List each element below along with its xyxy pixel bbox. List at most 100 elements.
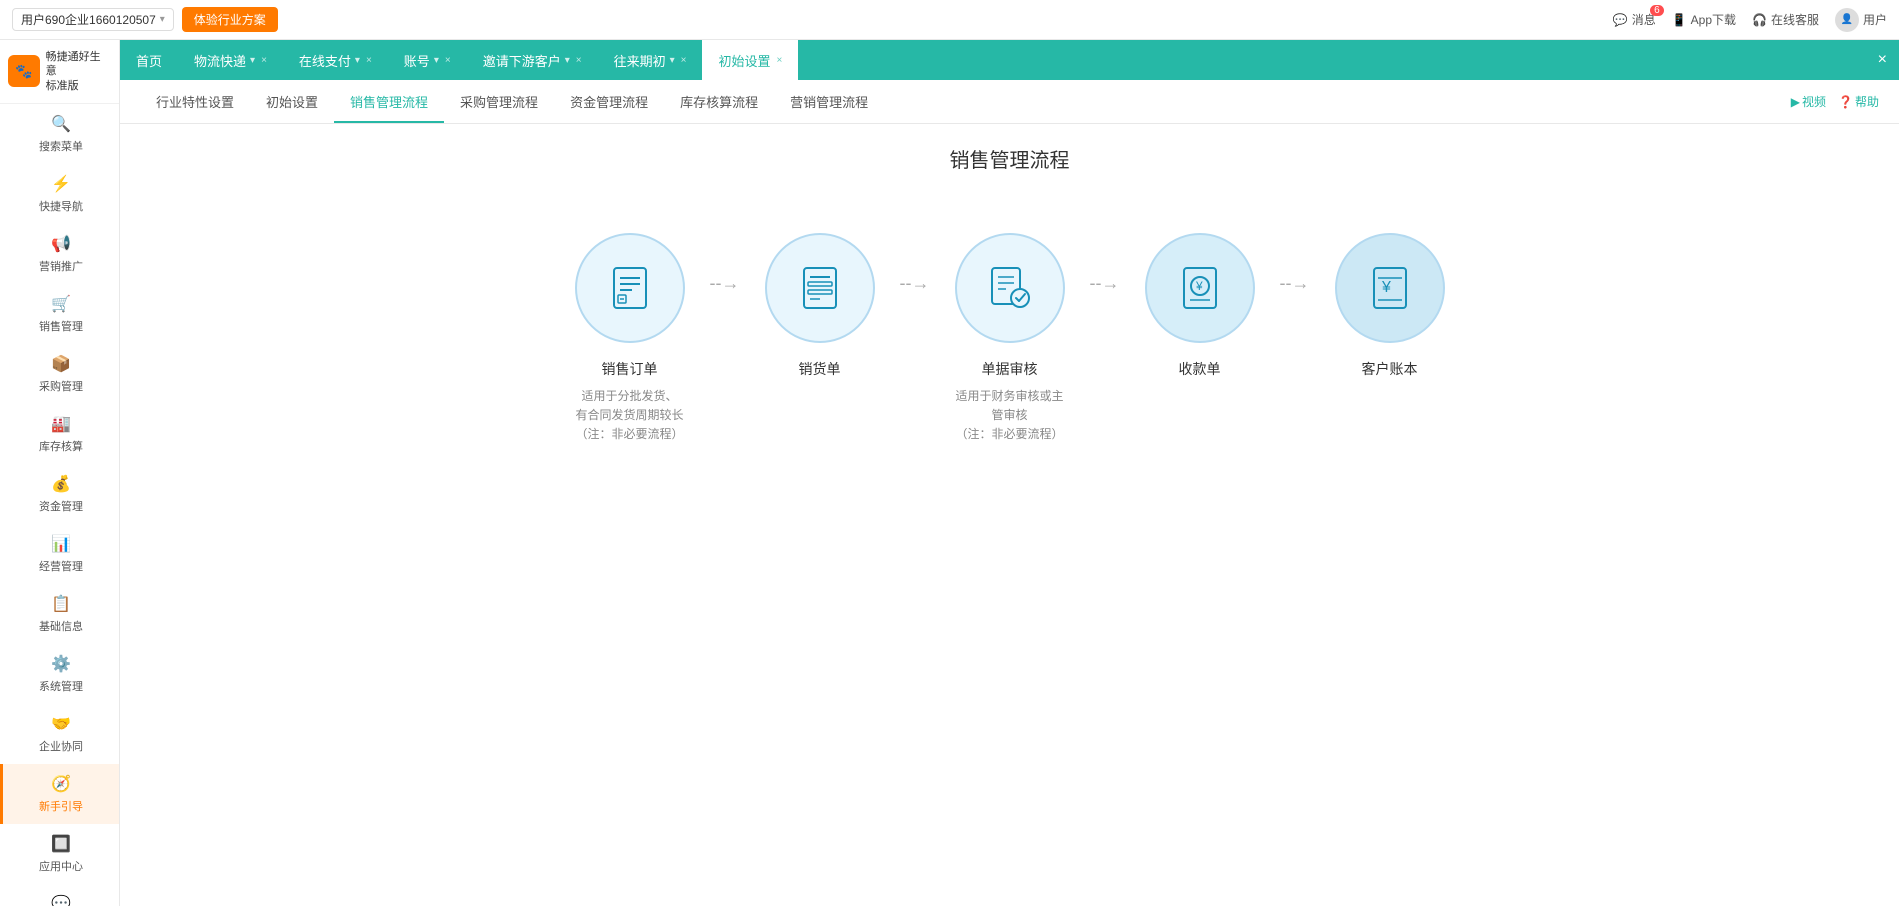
experience-button[interactable]: 体验行业方案: [182, 7, 278, 32]
sub-tab-sales-flow[interactable]: 销售管理流程: [334, 80, 444, 123]
flow-item-sales-invoice[interactable]: 销货单: [740, 233, 900, 387]
user-select[interactable]: 用户690企业1660120507 ▾: [12, 8, 174, 31]
close-icon-5[interactable]: ×: [681, 55, 687, 66]
chevron-icon: ▾: [250, 55, 255, 66]
sidebar-item-sales[interactable]: 🛒 销售管理: [0, 284, 119, 344]
chevron-icon-2: ▾: [355, 55, 360, 66]
sidebar-item-finance[interactable]: 💰 资金管理: [0, 464, 119, 524]
flow-item-customer-account[interactable]: ¥ 客户账本: [1310, 233, 1470, 387]
close-icon[interactable]: ×: [261, 55, 267, 66]
sidebar-item-guide[interactable]: 🧭 新手引导: [0, 764, 119, 824]
logo-text-line1: 畅捷通好生意: [46, 50, 111, 79]
sidebar-label-marketing: 营销推广: [39, 258, 83, 274]
flow-label-sales-invoice: 销货单: [799, 359, 841, 379]
sidebar-item-wechat[interactable]: 💬 企业微信: [0, 884, 119, 906]
help-label: 帮助: [1855, 93, 1879, 110]
nav-tab-logistics[interactable]: 物流快递 ▾ ×: [178, 40, 283, 80]
flow-arrow-2: --→: [900, 233, 930, 294]
user-avatar[interactable]: 👤 用户: [1835, 8, 1887, 32]
sidebar-item-inventory[interactable]: 🏭 库存核算: [0, 404, 119, 464]
review-icon: [984, 262, 1036, 314]
sidebar-item-nav[interactable]: ⚡ 快捷导航: [0, 164, 119, 224]
sub-tab-finance-flow[interactable]: 资金管理流程: [554, 80, 664, 123]
collab-icon: 🤝: [51, 714, 71, 734]
app-download-button[interactable]: 📱 App下载: [1672, 11, 1736, 28]
marketing-icon: 📢: [51, 234, 71, 254]
main-layout: 🐾 畅捷通好生意 标准版 🔍 搜索菜单 ⚡ 快捷导航 📢 营销推广 🛒 销售管理…: [0, 40, 1899, 906]
sidebar-label-search: 搜索菜单: [39, 138, 83, 154]
chevron-icon-3: ▾: [434, 55, 439, 66]
management-icon: 📊: [51, 534, 71, 554]
flow-item-receipt[interactable]: ¥ 收款单: [1120, 233, 1280, 387]
sub-tab-marketing-flow[interactable]: 营销管理流程: [774, 80, 884, 123]
message-badge: 6: [1650, 5, 1664, 16]
sidebar-item-system[interactable]: ⚙️ 系统管理: [0, 644, 119, 704]
nav-tab-home[interactable]: 首页: [120, 40, 178, 80]
close-icon-6[interactable]: ×: [776, 55, 782, 66]
flow-desc-doc-review: 适用于财务审核或主管审核（注：非必要流程）: [955, 387, 1063, 445]
flow-item-sales-order[interactable]: 销售订单 适用于分批发货、有合同发货周期较长（注：非必要流程）: [550, 233, 710, 445]
wechat-icon: 💬: [51, 894, 71, 906]
headset-icon: 🎧: [1752, 13, 1767, 27]
sidebar-item-management[interactable]: 📊 经营管理: [0, 524, 119, 584]
nav-tabs-close-all[interactable]: ×: [1866, 51, 1899, 69]
video-link[interactable]: ▶ 视频: [1791, 93, 1826, 110]
close-icon-3[interactable]: ×: [445, 55, 451, 66]
arrow-icon-3: --→: [1090, 273, 1120, 294]
close-icon-2[interactable]: ×: [366, 55, 372, 66]
page-title: 销售管理流程: [140, 144, 1879, 173]
chevron-down-icon: ▾: [160, 14, 165, 25]
top-bar-right: 💬 消息 6 📱 App下载 🎧 在线客服 👤 用户: [1613, 8, 1887, 32]
nav-tab-initial[interactable]: 初始设置 ×: [702, 40, 798, 80]
nav-tab-period[interactable]: 往来期初 ▾ ×: [598, 40, 703, 80]
sub-tab-purchase-flow[interactable]: 采购管理流程: [444, 80, 554, 123]
sidebar-label-guide: 新手引导: [39, 798, 83, 814]
chevron-icon-5: ▾: [670, 55, 675, 66]
sidebar-item-search[interactable]: 🔍 搜索菜单: [0, 104, 119, 164]
close-icon-4[interactable]: ×: [576, 55, 582, 66]
sidebar-item-marketing[interactable]: 📢 营销推广: [0, 224, 119, 284]
guide-icon: 🧭: [51, 774, 71, 794]
flow-desc-sales-order: 适用于分批发货、有合同发货周期较长（注：非必要流程）: [575, 387, 683, 445]
nav-tab-payment[interactable]: 在线支付 ▾ ×: [283, 40, 388, 80]
flow-arrow-3: --→: [1090, 233, 1120, 294]
online-service-button[interactable]: 🎧 在线客服: [1752, 11, 1819, 28]
sidebar-item-appstore[interactable]: 🔲 应用中心: [0, 824, 119, 884]
invoice-icon: [794, 262, 846, 314]
sub-tab-industry-label: 行业特性设置: [156, 95, 234, 110]
logo-text: 畅捷通好生意 标准版: [46, 50, 111, 93]
flow-circle-sales-invoice: [765, 233, 875, 343]
nav-tab-period-label: 往来期初: [614, 51, 666, 70]
flow-circle-customer-account: ¥: [1335, 233, 1445, 343]
logo-text-line2: 标准版: [46, 79, 111, 93]
sub-tab-industry[interactable]: 行业特性设置: [140, 80, 250, 123]
message-button[interactable]: 💬 消息 6: [1613, 11, 1656, 28]
nav-tab-account[interactable]: 账号 ▾ ×: [388, 40, 467, 80]
receipt-icon: ¥: [1174, 262, 1226, 314]
sub-tab-inventory-flow[interactable]: 库存核算流程: [664, 80, 774, 123]
flow-arrow-1: --→: [710, 233, 740, 294]
content-area: 首页 物流快递 ▾ × 在线支付 ▾ × 账号 ▾ × 邀请下游客户 ▾ ×: [120, 40, 1899, 906]
message-icon: 💬: [1613, 13, 1628, 27]
help-icon: ❓: [1838, 95, 1853, 109]
sidebar-item-info[interactable]: 📋 基础信息: [0, 584, 119, 644]
flow-item-doc-review[interactable]: 单据审核 适用于财务审核或主管审核（注：非必要流程）: [930, 233, 1090, 445]
sub-tab-finance-flow-label: 资金管理流程: [570, 95, 648, 110]
account-icon: ¥: [1364, 262, 1416, 314]
sidebar-item-collab[interactable]: 🤝 企业协同: [0, 704, 119, 764]
sidebar-label-nav: 快捷导航: [39, 198, 83, 214]
sidebar-item-purchase[interactable]: 📦 采购管理: [0, 344, 119, 404]
app-download-label: App下载: [1691, 11, 1736, 28]
nav-tab-invite[interactable]: 邀请下游客户 ▾ ×: [467, 40, 598, 80]
inventory-icon: 🏭: [51, 414, 71, 434]
flow-label-doc-review: 单据审核: [982, 359, 1038, 379]
flow-circle-receipt: ¥: [1145, 233, 1255, 343]
help-link[interactable]: ❓ 帮助: [1838, 93, 1879, 110]
flow-label-receipt: 收款单: [1179, 359, 1221, 379]
svg-text:¥: ¥: [1381, 279, 1391, 296]
sidebar-label-info: 基础信息: [39, 618, 83, 634]
flow-arrow-4: --→: [1280, 233, 1310, 294]
sub-tab-initial-label: 初始设置: [266, 95, 318, 110]
sidebar-logo: 🐾 畅捷通好生意 标准版: [0, 40, 119, 104]
sub-tab-initial[interactable]: 初始设置: [250, 80, 334, 123]
